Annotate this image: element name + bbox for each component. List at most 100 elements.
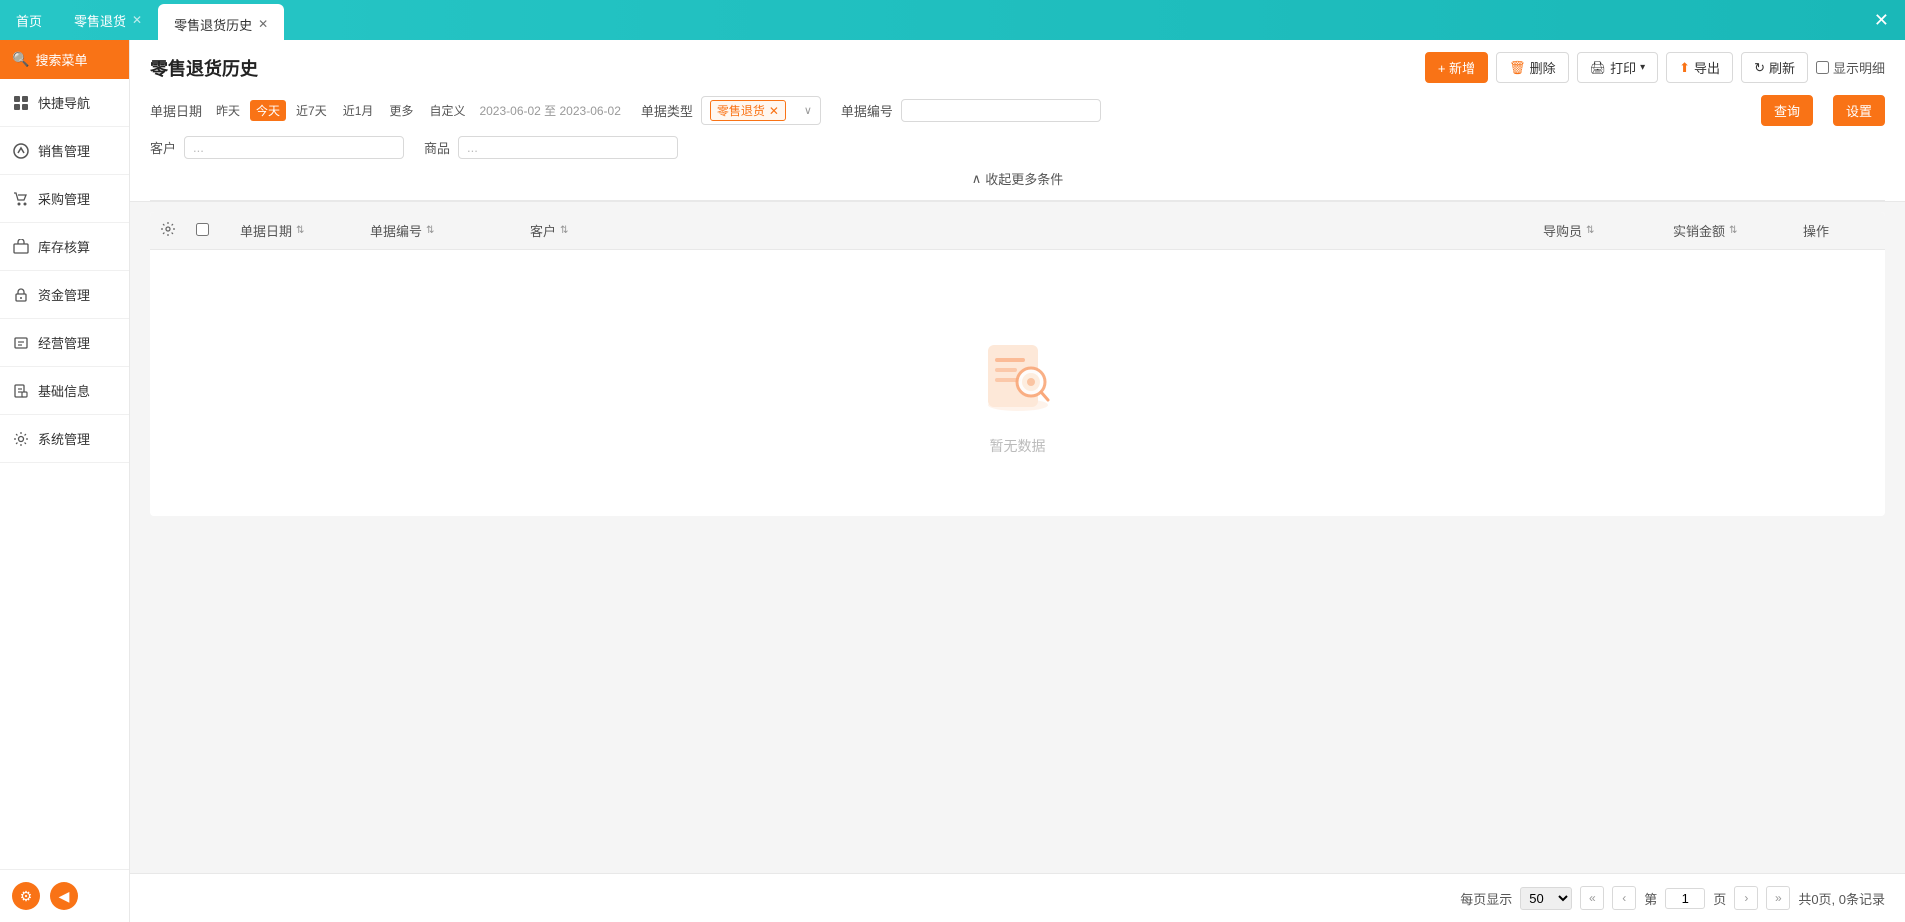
page-next-button[interactable]: ›: [1734, 886, 1758, 910]
type-tag-close[interactable]: ✕: [769, 104, 779, 118]
tab-retail-return-history-close[interactable]: ✕: [258, 17, 268, 31]
tab-retail-return-history[interactable]: 零售退货历史 ✕: [158, 4, 284, 44]
tab-retail-return-label: 零售退货: [74, 11, 126, 30]
goods-filter-input[interactable]: ...: [458, 136, 678, 159]
window-close-button[interactable]: ✕: [1858, 10, 1905, 31]
toolbar: + 新增 🗑 删除 🖨 打印 ▾ ⬆ 导出: [1425, 52, 1885, 83]
sidebar-item-quick-nav[interactable]: 快捷导航: [0, 79, 129, 127]
sales-icon: [12, 142, 30, 160]
th-order-sort-icon: ⇅: [426, 225, 434, 236]
show-detail-checkbox[interactable]: [1816, 61, 1829, 74]
page-header: 零售退货历史 + 新增 🗑 删除 🖨 打印 ▾ ⬆: [130, 40, 1905, 202]
table-area: 单据日期 ⇅ 单据编号 ⇅ 客户 ⇅ 导购员 ⇅: [130, 202, 1905, 873]
main-layout: 🔍 搜索菜单 快捷导航 销售管理 采购管理 库存核算: [0, 40, 1905, 922]
th-amount-label: 实销金额: [1673, 221, 1725, 240]
page-number-input[interactable]: [1665, 888, 1705, 909]
sidebar-item-sales[interactable]: 销售管理: [0, 127, 129, 175]
show-detail-label: 显示明细: [1833, 58, 1885, 77]
date-range-display: 2023-06-02 至 2023-06-02: [479, 102, 620, 119]
th-amount[interactable]: 实销金额 ⇅: [1665, 221, 1795, 240]
sidebar-item-operation-label: 经营管理: [38, 333, 90, 352]
delete-button[interactable]: 🗑 删除: [1496, 52, 1569, 83]
collapse-filter-button[interactable]: ∧ 收起更多条件: [956, 165, 1080, 192]
sidebar-item-basic-label: 基础信息: [38, 381, 90, 400]
sidebar-item-purchase-label: 采购管理: [38, 189, 90, 208]
sidebar-item-quick-nav-label: 快捷导航: [38, 93, 90, 112]
customer-filter: 客户 ...: [150, 136, 404, 159]
delete-button-label: 删除: [1530, 58, 1556, 77]
date-btn-yesterday[interactable]: 昨天: [210, 100, 246, 121]
refresh-icon: ↻: [1754, 60, 1765, 76]
date-btn-7days[interactable]: 近7天: [290, 100, 333, 121]
print-button-label: 打印: [1610, 58, 1636, 77]
th-date[interactable]: 单据日期 ⇅: [232, 221, 362, 240]
query-button[interactable]: 查询: [1761, 95, 1813, 126]
tab-retail-return-close[interactable]: ✕: [132, 13, 142, 27]
sidebar-item-finance-label: 资金管理: [38, 285, 90, 304]
new-button-label: + 新增: [1438, 58, 1475, 77]
customer-dots: ...: [193, 140, 204, 155]
date-btn-custom[interactable]: 自定义: [423, 100, 471, 121]
sidebar-item-basic[interactable]: 基础信息: [0, 367, 129, 415]
customer-filter-input[interactable]: ...: [184, 136, 404, 159]
select-all-input[interactable]: [196, 223, 209, 236]
sidebar-item-operation[interactable]: 经营管理: [0, 319, 129, 367]
page-size-select[interactable]: 10 20 50 100: [1520, 887, 1572, 910]
page-first-button[interactable]: «: [1580, 886, 1604, 910]
th-customer[interactable]: 客户 ⇅: [522, 221, 1535, 240]
sidebar-search[interactable]: 🔍 搜索菜单: [0, 40, 129, 79]
refresh-button[interactable]: ↻ 刷新: [1741, 52, 1808, 83]
table-select-all-checkbox[interactable]: [196, 223, 232, 239]
collapse-sidebar-button[interactable]: ◀: [50, 882, 78, 910]
order-no-input[interactable]: [901, 99, 1101, 122]
th-order-no[interactable]: 单据编号 ⇅: [362, 221, 522, 240]
new-button[interactable]: + 新增: [1425, 52, 1488, 83]
print-icon: 🖨: [1590, 60, 1607, 76]
type-filter-select[interactable]: 零售退货 ✕ ∨: [701, 96, 821, 125]
print-chevron-icon: ▾: [1640, 62, 1645, 73]
customer-filter-label: 客户: [150, 138, 176, 157]
page-prev-icon: ‹: [1622, 891, 1626, 905]
empty-text: 暂无数据: [990, 436, 1046, 456]
th-action: 操作: [1795, 221, 1875, 240]
collapse-up-icon: ∧: [972, 171, 982, 187]
page-label: 第: [1644, 889, 1657, 908]
print-button[interactable]: 🖨 打印 ▾: [1577, 52, 1659, 83]
filter-area: 单据日期 昨天 今天 近7天 近1月 更多 自定义 2023-06-02 至 2…: [150, 95, 1885, 201]
sidebar: 🔍 搜索菜单 快捷导航 销售管理 采购管理 库存核算: [0, 40, 130, 922]
sidebar-item-sales-label: 销售管理: [38, 141, 90, 160]
th-guide-sort-icon: ⇅: [1586, 225, 1594, 236]
date-btn-1month[interactable]: 近1月: [337, 100, 380, 121]
collapse-filter-label: 收起更多条件: [985, 169, 1063, 188]
tab-retail-return[interactable]: 零售退货 ✕: [58, 0, 158, 40]
quick-nav-icon: [12, 94, 30, 112]
page-prev-button[interactable]: ‹: [1612, 886, 1636, 910]
topbar: 首页 零售退货 ✕ 零售退货历史 ✕ ✕: [0, 0, 1905, 40]
date-btn-more[interactable]: 更多: [383, 100, 419, 121]
setting-button-label: 设置: [1846, 101, 1872, 120]
show-detail-checkbox-label: 显示明细: [1816, 58, 1885, 77]
date-quick-buttons: 昨天 今天 近7天 近1月 更多 自定义: [210, 100, 471, 121]
content-area: 零售退货历史 + 新增 🗑 删除 🖨 打印 ▾ ⬆: [130, 40, 1905, 922]
sidebar-item-finance[interactable]: 资金管理: [0, 271, 129, 319]
th-amount-sort-icon: ⇅: [1729, 225, 1737, 236]
type-filter-tag: 零售退货 ✕: [710, 100, 786, 121]
goods-dots: ...: [467, 140, 478, 155]
setting-button[interactable]: 设置: [1833, 95, 1885, 126]
date-btn-today[interactable]: 今天: [250, 100, 286, 121]
export-button[interactable]: ⬆ 导出: [1666, 52, 1733, 83]
sidebar-item-purchase[interactable]: 采购管理: [0, 175, 129, 223]
page-title: 零售退货历史: [150, 55, 258, 81]
sidebar-item-inventory-label: 库存核算: [38, 237, 90, 256]
sidebar-item-system[interactable]: 系统管理: [0, 415, 129, 463]
page-title-row: 零售退货历史 + 新增 🗑 删除 🖨 打印 ▾ ⬆: [150, 52, 1885, 83]
th-guide[interactable]: 导购员 ⇅: [1535, 221, 1665, 240]
table-settings-icon[interactable]: [160, 221, 196, 240]
page-last-button[interactable]: »: [1766, 886, 1790, 910]
filter-row-2: 客户 ... 商品 ...: [150, 136, 1885, 159]
sidebar-item-inventory[interactable]: 库存核算: [0, 223, 129, 271]
type-dropdown-icon: ∨: [804, 104, 812, 117]
delete-icon: 🗑: [1509, 60, 1526, 76]
tab-home[interactable]: 首页: [0, 0, 58, 40]
settings-gear-button[interactable]: ⚙: [12, 882, 40, 910]
